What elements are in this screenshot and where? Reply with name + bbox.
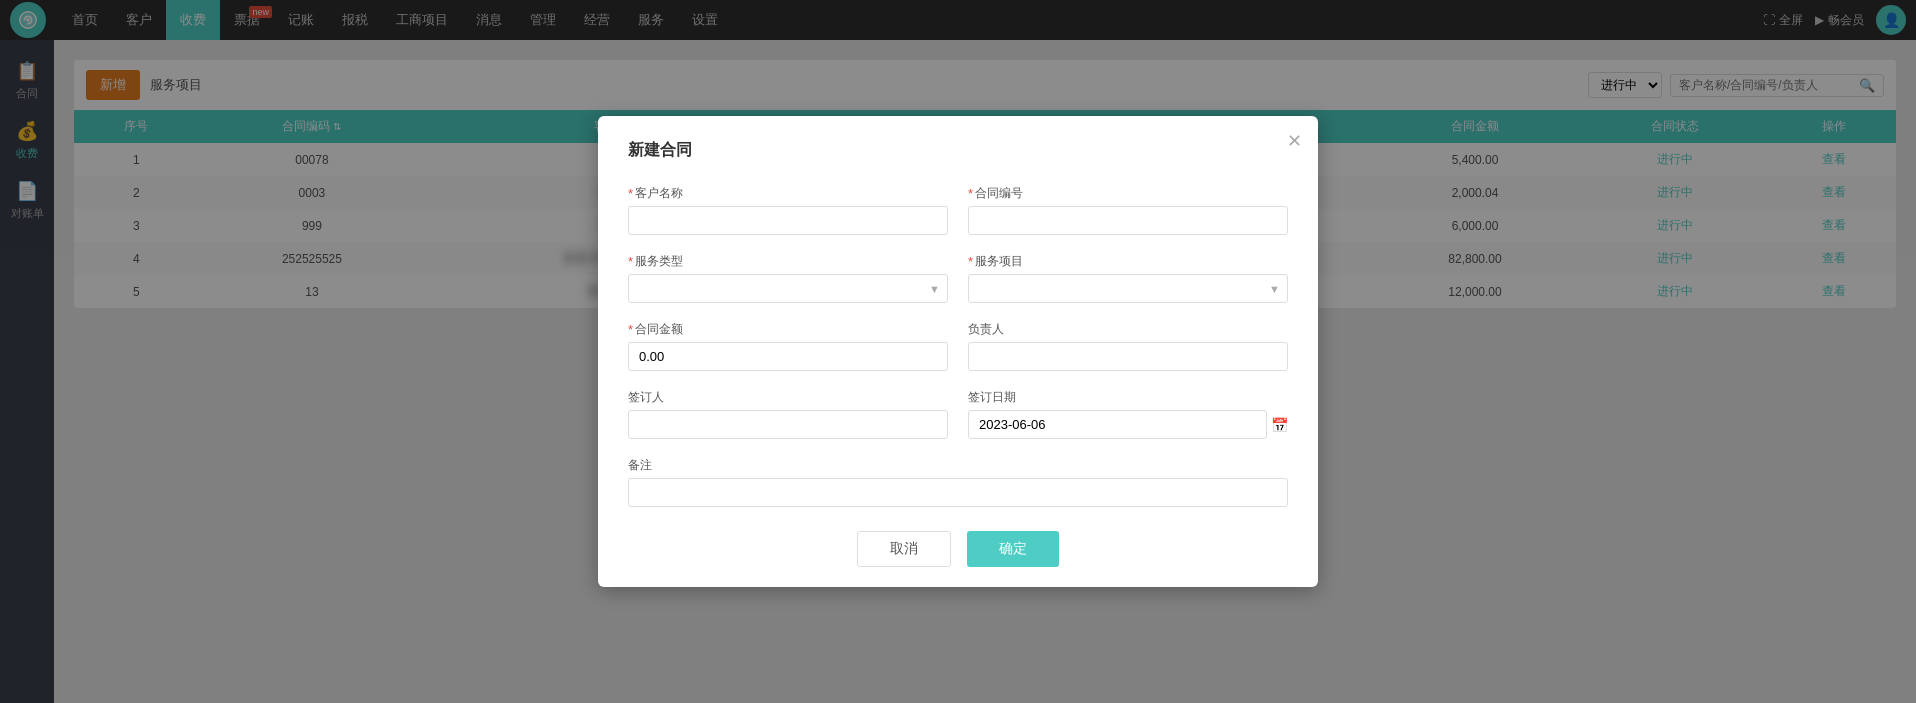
- customer-name-input[interactable]: [628, 206, 948, 235]
- amount-field: * 合同金额: [628, 321, 948, 371]
- service-type-label: * 服务类型: [628, 253, 948, 270]
- form-row-4: 签订人 签订日期 📅: [628, 389, 1288, 439]
- form-row-3: * 合同金额 负责人: [628, 321, 1288, 371]
- customer-name-label: * 客户名称: [628, 185, 948, 202]
- form-row-5: 备注: [628, 457, 1288, 507]
- customer-name-field: * 客户名称: [628, 185, 948, 235]
- contract-no-field: * 合同编号: [968, 185, 1288, 235]
- responsible-field: 负责人: [968, 321, 1288, 371]
- amount-label: * 合同金额: [628, 321, 948, 338]
- new-contract-modal: ✕ 新建合同 * 客户名称 * 合同编号: [598, 116, 1318, 587]
- signer-input[interactable]: [628, 410, 948, 439]
- modal-actions: 取消 确定: [628, 531, 1288, 567]
- modal-overlay: ✕ 新建合同 * 客户名称 * 合同编号: [0, 0, 1916, 703]
- form-row-2: * 服务类型 ▼ * 服务项目: [628, 253, 1288, 303]
- sign-date-field: 签订日期 📅: [968, 389, 1288, 439]
- amount-input[interactable]: [628, 342, 948, 371]
- signer-label: 签订人: [628, 389, 948, 406]
- signer-field: 签订人: [628, 389, 948, 439]
- service-item-select[interactable]: [968, 274, 1288, 303]
- calendar-icon[interactable]: 📅: [1271, 417, 1288, 433]
- responsible-input[interactable]: [968, 342, 1288, 371]
- notes-field: 备注: [628, 457, 1288, 507]
- form-row-1: * 客户名称 * 合同编号: [628, 185, 1288, 235]
- notes-label: 备注: [628, 457, 1288, 474]
- confirm-button[interactable]: 确定: [967, 531, 1059, 567]
- service-item-field: * 服务项目 ▼: [968, 253, 1288, 303]
- contract-no-label: * 合同编号: [968, 185, 1288, 202]
- contract-no-input[interactable]: [968, 206, 1288, 235]
- modal-title: 新建合同: [628, 140, 1288, 161]
- notes-input[interactable]: [628, 478, 1288, 507]
- responsible-label: 负责人: [968, 321, 1288, 338]
- service-item-select-wrap: ▼: [968, 274, 1288, 303]
- service-item-label: * 服务项目: [968, 253, 1288, 270]
- cancel-button[interactable]: 取消: [857, 531, 951, 567]
- service-type-select[interactable]: [628, 274, 948, 303]
- service-type-field: * 服务类型 ▼: [628, 253, 948, 303]
- modal-close-button[interactable]: ✕: [1287, 130, 1302, 152]
- sign-date-label: 签订日期: [968, 389, 1288, 406]
- sign-date-wrap: 📅: [968, 410, 1288, 439]
- service-type-select-wrap: ▼: [628, 274, 948, 303]
- sign-date-input[interactable]: [968, 410, 1267, 439]
